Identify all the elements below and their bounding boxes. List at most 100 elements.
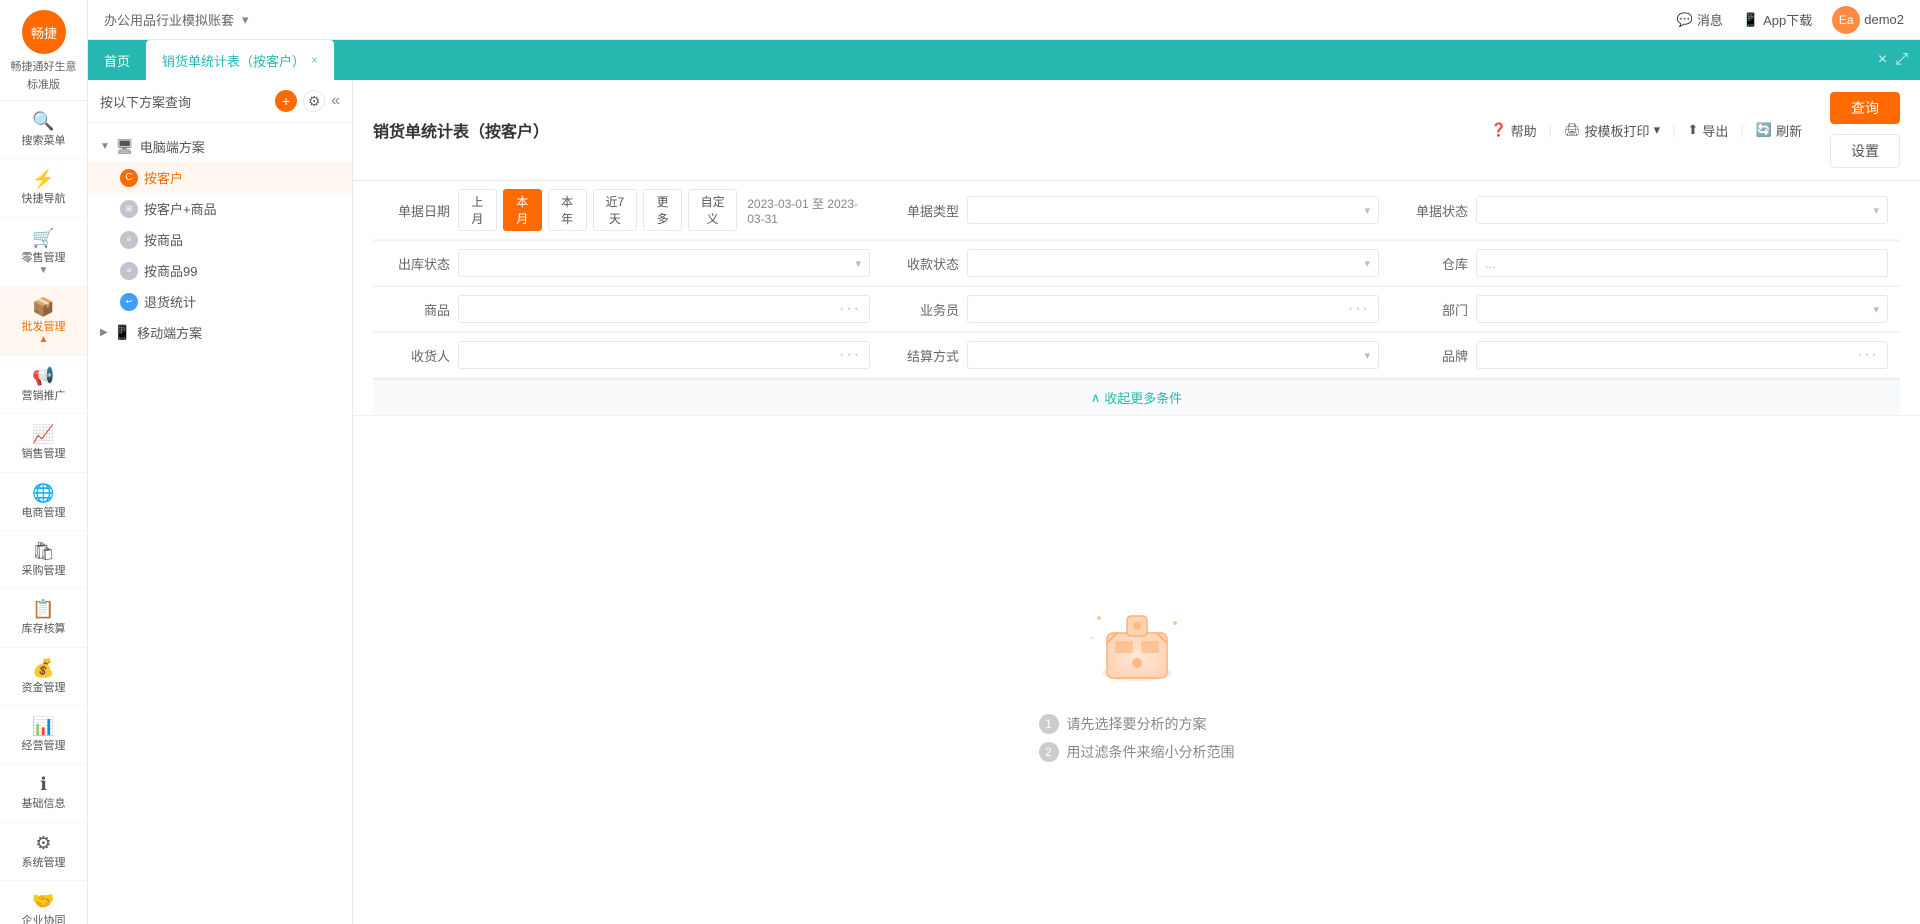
scheme-return-stats[interactable]: ↩ 退货统计: [88, 286, 352, 317]
scheme-desktop-group-header[interactable]: ▼ 🖥 电脑端方案: [88, 131, 352, 162]
sales-icon: 📈: [32, 424, 54, 445]
sidebar-item-search[interactable]: 🔍 搜索菜单: [0, 101, 87, 159]
date-btn-7days[interactable]: 近7天: [593, 189, 638, 231]
scheme-collapse-btn[interactable]: «: [331, 92, 340, 110]
tab-home-label: 首页: [104, 51, 130, 70]
main-wrapper: 办公用品行业模拟账套 ▾ 💬 消息 📱 App下载 Ea demo2 首页: [88, 0, 1920, 924]
receiver-select[interactable]: ···: [458, 341, 870, 369]
out-status-label: 出库状态: [385, 254, 450, 273]
divider-1: |: [1549, 123, 1552, 138]
sidebar-item-finance[interactable]: 💰 资金管理: [0, 648, 87, 706]
tab-bar: 首页 销货单统计表（按客户） × × ⤢: [88, 40, 1920, 80]
sidebar-item-stock[interactable]: 📋 库存核算: [0, 589, 87, 647]
receiver-label: 收货人: [385, 346, 450, 365]
payment-status-label: 收款状态: [894, 254, 959, 273]
message-btn[interactable]: 💬 消息: [1677, 10, 1723, 29]
header-left: 办公用品行业模拟账套 ▾: [104, 10, 249, 29]
sidebar-item-marketing-label: 营销推广: [22, 389, 66, 403]
scheme-by-goods-99[interactable]: ≡ 按商品99: [88, 255, 352, 286]
date-btn-this-month[interactable]: 本月: [503, 189, 542, 231]
sidebar-item-basic[interactable]: ℹ 基础信息: [0, 764, 87, 822]
sidebar-item-retail[interactable]: 🛒 零售管理 ▼: [0, 218, 87, 287]
mobile-icon: 📱: [1743, 12, 1759, 28]
wholesale-icon: 📦: [32, 297, 54, 318]
scheme-by-goods[interactable]: ≡ 按商品: [88, 224, 352, 255]
refresh-btn[interactable]: 🔄 刷新: [1756, 121, 1802, 140]
export-icon: ⬆: [1687, 122, 1698, 138]
refresh-label: 刷新: [1776, 121, 1802, 140]
sidebar-item-sales[interactable]: 📈 销售管理: [0, 414, 87, 472]
goods-dots: ···: [839, 300, 861, 318]
scheme-settings-btn[interactable]: ⚙: [303, 90, 325, 112]
payment-status-select[interactable]: ▾: [967, 249, 1379, 277]
sidebar-item-wholesale[interactable]: 📦 批发管理 ▲: [0, 287, 87, 356]
page-title: 销货单统计表（按客户）: [373, 118, 549, 142]
sidebar-item-system[interactable]: ⚙ 系统管理: [0, 823, 87, 881]
mobile-group-arrow: ▶: [100, 327, 108, 338]
date-btn-this-year[interactable]: 本年: [548, 189, 587, 231]
tab-active[interactable]: 销货单统计表（按客户） ×: [146, 40, 334, 80]
empty-state: 1 请先选择要分析的方案 2 用过滤条件来缩小分析范围: [353, 416, 1920, 924]
message-icon: 💬: [1677, 12, 1693, 28]
date-btn-custom[interactable]: 自定义: [688, 189, 737, 231]
tab-minimize-btn[interactable]: ×: [1878, 51, 1887, 69]
basic-icon: ℹ: [40, 774, 47, 795]
sidebar-item-system-label: 系统管理: [22, 856, 66, 870]
user-name: demo2: [1864, 12, 1904, 27]
user-area[interactable]: Ea demo2: [1832, 6, 1904, 34]
payment-method-select[interactable]: ▾: [967, 341, 1379, 369]
logo-subtext: 标准版: [27, 76, 60, 92]
doc-status-select[interactable]: ▾: [1476, 196, 1888, 224]
sidebar-item-marketing[interactable]: 📢 营销推广: [0, 356, 87, 414]
goods-select[interactable]: ···: [458, 295, 870, 323]
mobile-icon: 📱: [114, 324, 131, 341]
filter-receiver-cell: 收货人 ···: [373, 333, 882, 378]
warehouse-select[interactable]: ...: [1476, 249, 1888, 277]
sidebar-item-wholesale-label: 批发管理: [22, 320, 66, 334]
staff-select[interactable]: ···: [967, 295, 1379, 323]
sidebar-item-enterprise[interactable]: 🤝 企业协同: [0, 881, 87, 924]
ecommerce-icon: 🌐: [32, 483, 54, 504]
empty-illustration: [1077, 578, 1197, 698]
tab-close-btn[interactable]: ×: [311, 53, 318, 67]
app-download-label: App下载: [1763, 10, 1812, 29]
sidebar-item-operation[interactable]: 📊 经营管理: [0, 706, 87, 764]
template-print-label: 按模板打印: [1585, 121, 1650, 140]
export-btn[interactable]: ⬆ 导出: [1687, 121, 1728, 140]
desktop-group-arrow: ▼: [100, 141, 110, 152]
scheme-header-actions: + ⚙ «: [275, 90, 340, 112]
scheme-add-btn[interactable]: +: [275, 90, 297, 112]
doc-type-select[interactable]: ▾: [967, 196, 1379, 224]
scheme-by-customer[interactable]: C 按客户: [88, 162, 352, 193]
dept-label: 部门: [1403, 300, 1468, 319]
collapse-bar[interactable]: ∧ 收起更多条件: [373, 379, 1900, 415]
dept-select[interactable]: ▾: [1476, 295, 1888, 323]
tab-maximize-btn[interactable]: ⤢: [1895, 51, 1908, 69]
template-print-btn[interactable]: 🖨 按模板打印 ▾: [1564, 121, 1660, 140]
sidebar-item-ecommerce[interactable]: 🌐 电商管理: [0, 473, 87, 531]
scheme-customer-goods[interactable]: ⊞ 按客户+商品: [88, 193, 352, 224]
avatar-text: Ea: [1839, 13, 1854, 27]
by-goods-99-icon: ≡: [120, 262, 138, 280]
help-btn[interactable]: ❓ 帮助: [1490, 121, 1536, 140]
scheme-mobile-group[interactable]: ▶ 📱 移动端方案: [88, 317, 352, 348]
finance-icon: 💰: [32, 658, 54, 679]
out-status-arrow: ▾: [855, 257, 861, 270]
payment-status-arrow: ▾: [1364, 257, 1370, 270]
sidebar-item-enterprise-label: 企业协同: [22, 914, 66, 924]
date-selector: 上月 本月 本年 近7天 更多 自定义 2023-03-01 至 2023-03…: [458, 189, 870, 231]
sidebar-item-purchase-label: 采购管理: [22, 564, 66, 578]
query-button[interactable]: 查询: [1830, 92, 1900, 124]
divider-2: |: [1672, 123, 1675, 138]
app-download-btn[interactable]: 📱 App下载: [1743, 10, 1812, 29]
tab-home[interactable]: 首页: [88, 40, 146, 80]
sidebar-item-purchase[interactable]: 🛍 采购管理: [0, 531, 87, 589]
filter-date-cell: 单据日期 上月 本月 本年 近7天 更多 自定义 2023-03-01 至 20…: [373, 181, 882, 240]
date-btn-more[interactable]: 更多: [643, 189, 682, 231]
sidebar-item-quick-nav[interactable]: ⚡ 快捷导航: [0, 159, 87, 217]
header-dropdown-arrow[interactable]: ▾: [242, 12, 249, 28]
date-btn-last-month[interactable]: 上月: [458, 189, 497, 231]
out-status-select[interactable]: ▾: [458, 249, 870, 277]
brand-select[interactable]: ···: [1476, 341, 1888, 369]
settings-button[interactable]: 设置: [1830, 134, 1900, 168]
